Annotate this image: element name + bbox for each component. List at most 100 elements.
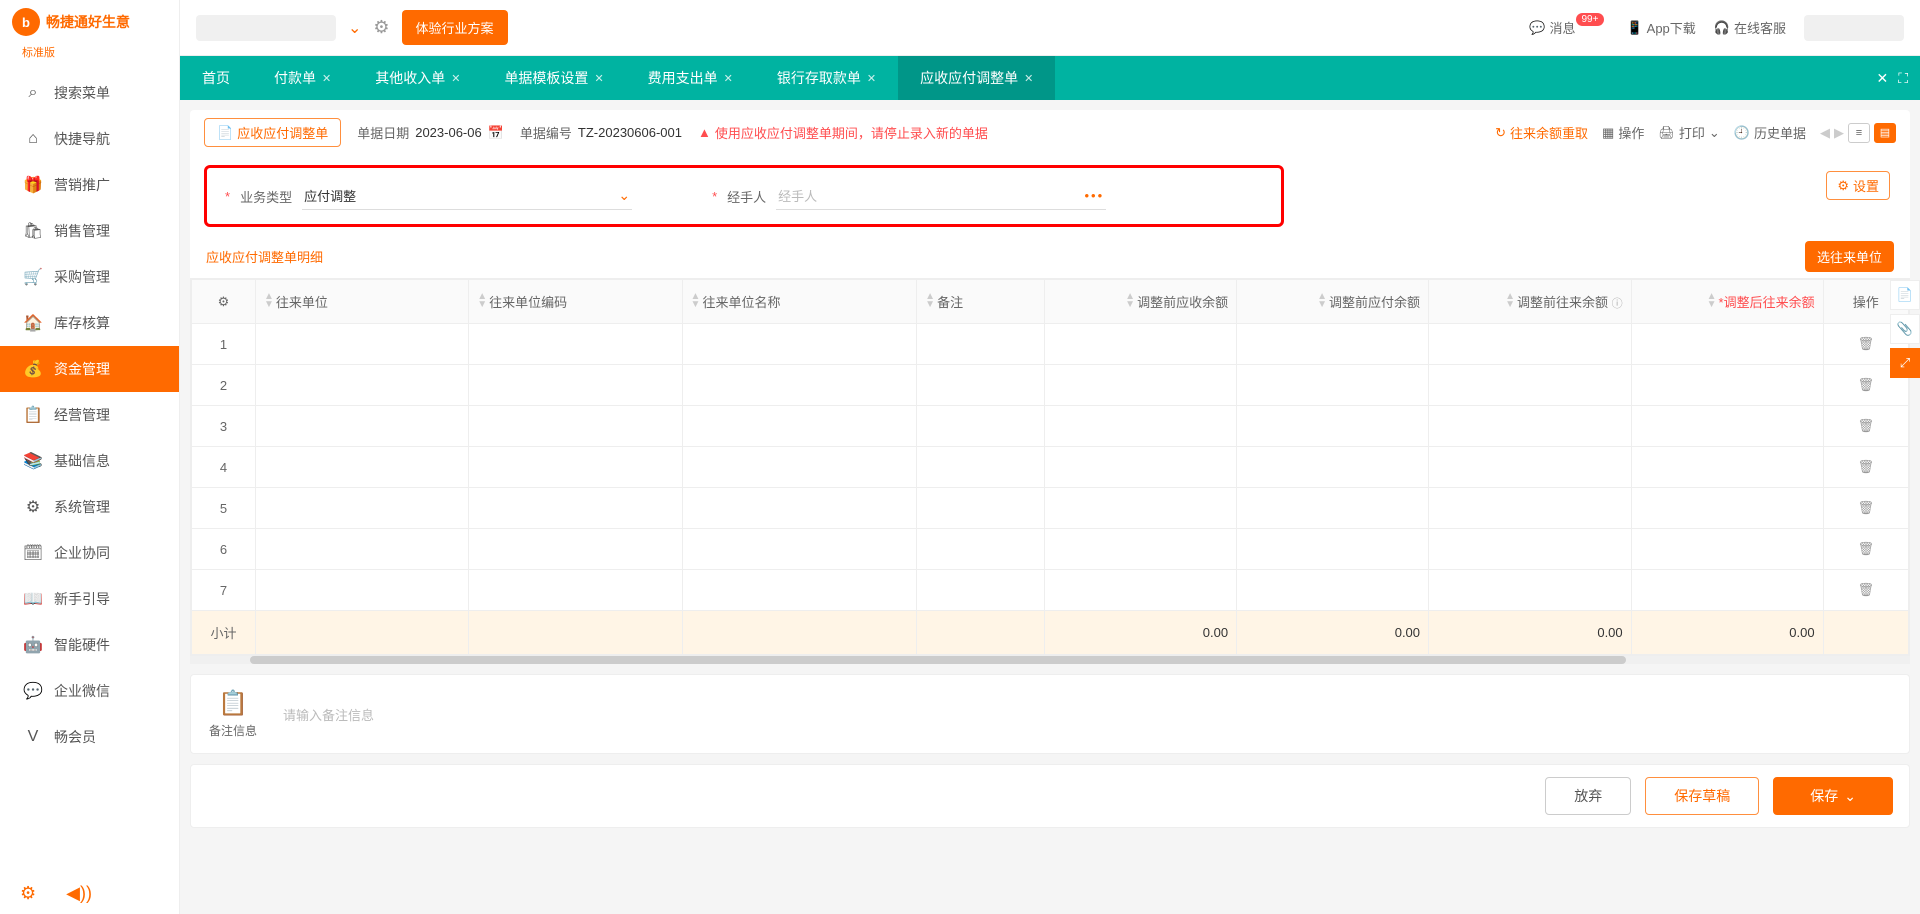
settings-button[interactable]: ⚙ 设置 (1826, 171, 1890, 200)
sidebar-item[interactable]: 🛍销售管理 (0, 208, 179, 254)
table-row[interactable]: 6🗑 (192, 529, 1909, 570)
warning-message: ▲ 使用应收应付调整单期间，请停止录入新的单据 (698, 123, 988, 142)
view-card-icon[interactable]: ▤ (1874, 123, 1896, 143)
save-draft-button[interactable]: 保存草稿 (1645, 777, 1759, 815)
col-bal-before[interactable]: ▲▼调整前往来余额 ⓘ (1429, 280, 1632, 324)
biz-type-select[interactable]: 应付调整 ⌄ (302, 182, 632, 210)
prev-icon[interactable]: ◀ (1820, 125, 1830, 141)
row-num: 2 (192, 365, 256, 406)
close-icon[interactable]: ✕ (1024, 72, 1033, 85)
discard-button[interactable]: 放弃 (1545, 777, 1631, 815)
sidebar-item[interactable]: ⌕搜索菜单 (0, 70, 179, 116)
remarks-icon-block: 📋 备注信息 (209, 689, 257, 739)
sidebar-item[interactable]: 🗓企业协同 (0, 530, 179, 576)
tab-label: 应收应付调整单 (920, 68, 1018, 88)
sidebar-item[interactable]: 📖新手引导 (0, 576, 179, 622)
row-delete[interactable]: 🗑 (1823, 447, 1908, 488)
tab[interactable]: 应收应付调整单 ✕ (898, 56, 1055, 100)
subtotal-label: 小计 (192, 611, 256, 655)
tab[interactable]: 费用支出单 ✕ (626, 56, 755, 100)
close-icon[interactable]: ✕ (451, 72, 460, 85)
col-ar-before[interactable]: ▲▼调整前应收余额 (1045, 280, 1237, 324)
row-delete[interactable]: 🗑 (1823, 570, 1908, 611)
print-button[interactable]: 🖨 打印 ⌄ (1658, 123, 1719, 142)
sidebar-item[interactable]: ⌂快捷导航 (0, 116, 179, 162)
org-selector[interactable] (196, 15, 336, 41)
col-gear[interactable]: ⚙ (192, 280, 256, 324)
sidebar-item[interactable]: 💬企业微信 (0, 668, 179, 714)
sidebar-item[interactable]: 📚基础信息 (0, 438, 179, 484)
row-num: 3 (192, 406, 256, 447)
date-value[interactable]: 2023-06-06 (415, 125, 482, 140)
biz-type-field: * 业务类型 应付调整 ⌄ (225, 182, 632, 210)
close-icon[interactable]: ✕ (724, 72, 733, 85)
save-button[interactable]: 保存 ⌄ (1773, 777, 1893, 815)
row-delete[interactable]: 🗑 (1823, 406, 1908, 447)
remarks-input[interactable]: 请输入备注信息 (277, 699, 1891, 730)
row-num: 1 (192, 324, 256, 365)
col-remark[interactable]: ▲▼备注 (917, 280, 1045, 324)
view-list-icon[interactable]: ≡ (1848, 123, 1870, 143)
sidebar-item[interactable]: 💰资金管理 (0, 346, 179, 392)
sidebar-item[interactable]: 🛒采购管理 (0, 254, 179, 300)
next-icon[interactable]: ▶ (1834, 125, 1844, 141)
gear-icon[interactable]: ⚙ (20, 883, 36, 904)
col-bal-after[interactable]: ▲▼*调整后往来余额 (1631, 280, 1823, 324)
col-unit[interactable]: ▲▼往来单位 (255, 280, 468, 324)
tab-label: 费用支出单 (648, 68, 718, 88)
calendar-icon[interactable]: 📅 (488, 125, 504, 141)
table-row[interactable]: 2🗑 (192, 365, 1909, 406)
close-icon[interactable]: ✕ (322, 72, 331, 85)
float-attach-icon[interactable]: 📎 (1890, 314, 1920, 344)
history-button[interactable]: 🕘 历史单据 (1734, 123, 1806, 142)
close-icon[interactable]: ✕ (594, 72, 603, 85)
float-expand-icon[interactable]: ⤢ (1890, 348, 1920, 378)
expand-icon[interactable]: ⛶ (1898, 70, 1908, 87)
table-row[interactable]: 1🗑 (192, 324, 1909, 365)
support-link[interactable]: 🎧 在线客服 (1714, 18, 1786, 37)
messages-link[interactable]: 💬 消息 99+ (1529, 18, 1608, 37)
subtotal-ap: 0.00 (1237, 611, 1429, 655)
close-icon[interactable]: ✕ (867, 72, 876, 85)
col-unit-name[interactable]: ▲▼往来单位名称 (682, 280, 917, 324)
help-icon[interactable]: ⓘ (1612, 298, 1623, 310)
table-row[interactable]: 7🗑 (192, 570, 1909, 611)
print-icon: 🖨 (1658, 125, 1675, 141)
gear-icon[interactable]: ⚙ (373, 17, 389, 38)
table-row[interactable]: 3🗑 (192, 406, 1909, 447)
table-scrollbar[interactable] (190, 656, 1910, 664)
doc-no-value: TZ-20230606-001 (578, 125, 682, 140)
tab[interactable]: 首页 (180, 56, 252, 100)
app-download-link[interactable]: 📱 App下载 (1626, 18, 1695, 37)
table-row[interactable]: 4🗑 (192, 447, 1909, 488)
tab[interactable]: 单据模板设置✕ (482, 56, 625, 100)
close-all-icon[interactable]: ✕ (1876, 70, 1888, 87)
sidebar-item[interactable]: ⚙系统管理 (0, 484, 179, 530)
sidebar-item[interactable]: 🤖智能硬件 (0, 622, 179, 668)
tab[interactable]: 银行存取款单✕ (755, 56, 898, 100)
col-unit-code[interactable]: ▲▼往来单位编码 (469, 280, 682, 324)
sound-icon[interactable]: ◀)) (66, 883, 92, 904)
sidebar-item[interactable]: 📋经营管理 (0, 392, 179, 438)
handler-input[interactable]: 经手人 ••• (776, 182, 1106, 210)
sidebar-item[interactable]: 🎁营销推广 (0, 162, 179, 208)
more-icon[interactable]: ••• (1085, 188, 1105, 203)
select-unit-button[interactable]: 选往来单位 (1805, 241, 1894, 272)
row-delete[interactable]: 🗑 (1823, 529, 1908, 570)
float-doc-icon[interactable]: 📄 (1890, 280, 1920, 310)
tab[interactable]: 付款单✕ (252, 56, 353, 100)
balance-reget-button[interactable]: ↻ 往来余额重取 (1495, 123, 1588, 142)
col-ap-before[interactable]: ▲▼调整前应付余额 (1237, 280, 1429, 324)
chevron-down-icon[interactable]: ⌄ (348, 18, 361, 38)
right-float-toolbar: 📄 📎 ⤢ (1890, 280, 1920, 378)
user-block[interactable] (1804, 15, 1904, 41)
row-delete[interactable]: 🗑 (1823, 488, 1908, 529)
sidebar-item[interactable]: V畅会员 (0, 714, 179, 760)
tab[interactable]: 其他收入单✕ (353, 56, 482, 100)
sidebar-item[interactable]: 🏠库存核算 (0, 300, 179, 346)
trial-button[interactable]: 体验行业方案 (402, 10, 508, 45)
table-row[interactable]: 5🗑 (192, 488, 1909, 529)
nav-icon: 🎁 (24, 176, 42, 194)
operate-button[interactable]: ▦ 操作 (1602, 123, 1644, 142)
subtotal-bal-after: 0.00 (1631, 611, 1823, 655)
